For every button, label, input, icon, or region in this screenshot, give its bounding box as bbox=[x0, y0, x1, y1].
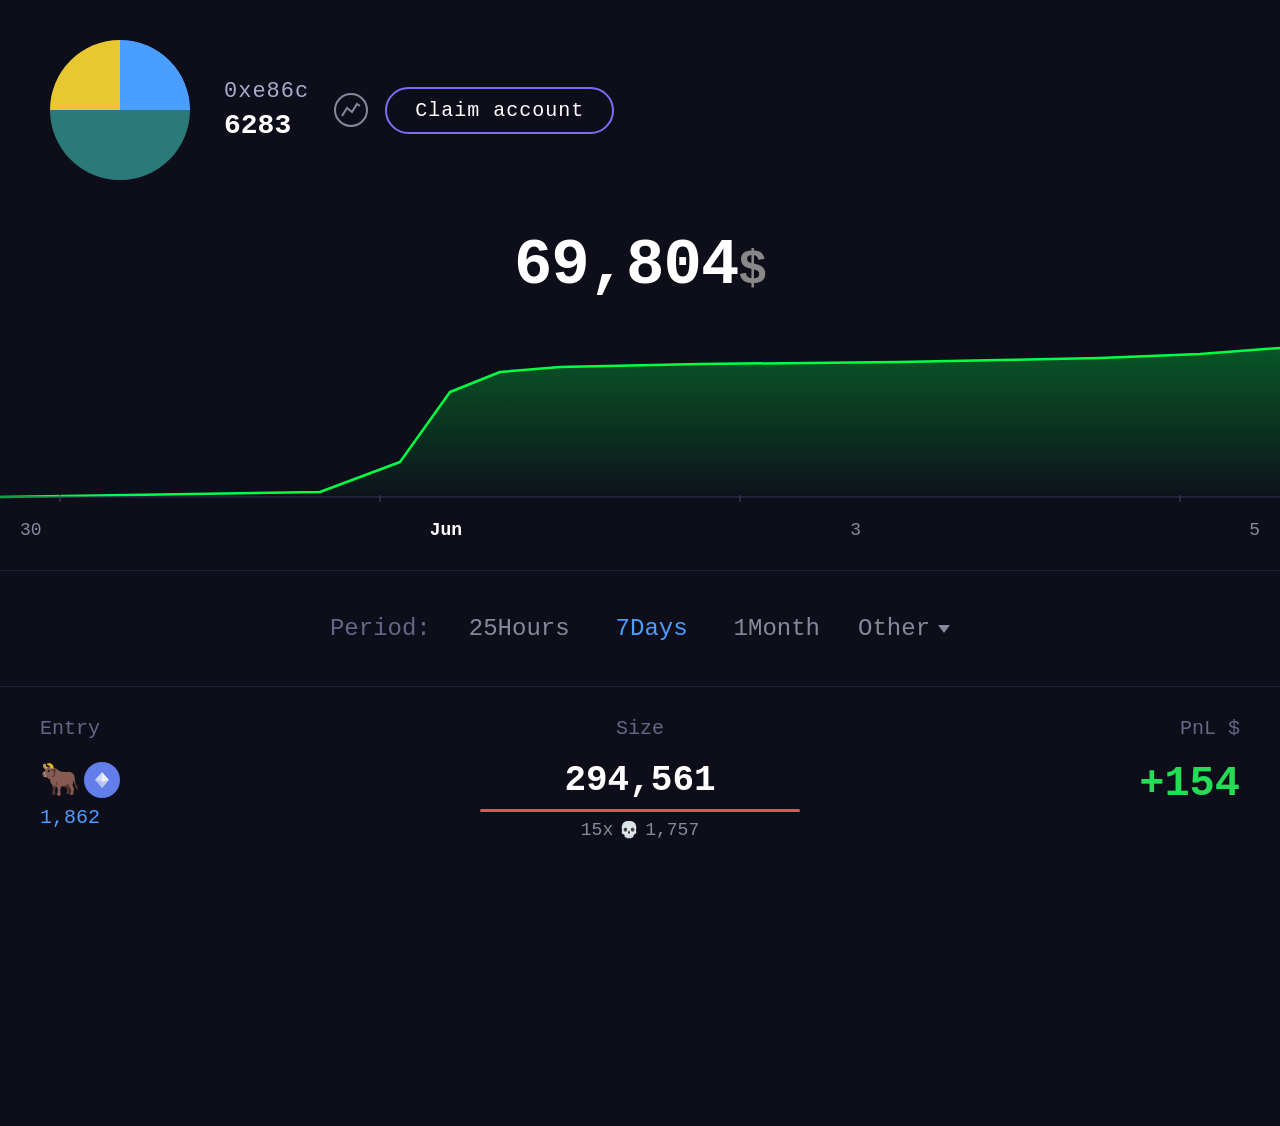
pie-chart bbox=[40, 30, 200, 190]
total-value: 69,804$ bbox=[0, 210, 1280, 312]
claim-account-button[interactable]: Claim account bbox=[385, 87, 614, 134]
positions-header: Entry Size PnL $ bbox=[40, 717, 1240, 740]
account-info: 0xe86c 6283 bbox=[224, 79, 309, 141]
pnl-col: +154 bbox=[1040, 760, 1240, 808]
period-25hours[interactable]: 25Hours bbox=[461, 611, 578, 646]
period-7days[interactable]: 7Days bbox=[608, 611, 696, 646]
period-other[interactable]: Other bbox=[858, 615, 950, 642]
period-other-label: Other bbox=[858, 615, 930, 642]
entry-col: 🐂 1,862 bbox=[40, 760, 240, 829]
eth-icon bbox=[84, 762, 120, 798]
x-axis-labels: 30 Jun 3 5 bbox=[0, 512, 1280, 560]
bull-icon: 🐂 bbox=[40, 760, 80, 800]
skull-icon: 💀 bbox=[619, 820, 639, 840]
period-label: Period: bbox=[330, 615, 431, 642]
x-label-30: 30 bbox=[20, 520, 42, 540]
liquidation-value: 1,757 bbox=[645, 820, 699, 840]
header-actions: Claim account bbox=[333, 87, 614, 134]
pnl-value: +154 bbox=[1139, 760, 1240, 808]
col-size-label: Size bbox=[240, 717, 1040, 740]
col-entry-label: Entry bbox=[40, 717, 240, 740]
position-row: 🐂 1,862 294,561 15x 💀 1,757 bbox=[40, 760, 1240, 840]
header-section: 0xe86c 6283 Claim account bbox=[0, 0, 1280, 210]
leverage: 15x bbox=[581, 820, 613, 840]
size-details: 15x 💀 1,757 bbox=[581, 820, 699, 840]
line-chart bbox=[0, 312, 1280, 512]
positions-section: Entry Size PnL $ 🐂 1,862 294, bbox=[0, 687, 1280, 880]
account-number: 6283 bbox=[224, 110, 309, 141]
entry-value: 1,862 bbox=[40, 806, 240, 829]
chevron-down-icon bbox=[938, 625, 950, 633]
account-address: 0xe86c bbox=[224, 79, 309, 104]
dollar-sign: $ bbox=[738, 243, 766, 297]
entry-icons: 🐂 bbox=[40, 760, 240, 800]
period-1month[interactable]: 1Month bbox=[726, 611, 828, 646]
x-label-jun: Jun bbox=[430, 520, 462, 540]
total-value-number: 69,804 bbox=[514, 230, 738, 302]
size-value: 294,561 bbox=[564, 760, 715, 801]
chart-section: 69,804$ 30 Jun 3 bbox=[0, 210, 1280, 570]
col-pnl-label: PnL $ bbox=[1040, 717, 1240, 740]
chart-icon bbox=[333, 92, 369, 128]
x-label-3: 3 bbox=[850, 520, 861, 540]
size-bar bbox=[480, 809, 800, 812]
size-col: 294,561 15x 💀 1,757 bbox=[240, 760, 1040, 840]
period-section: Period: 25Hours 7Days 1Month Other bbox=[0, 571, 1280, 686]
x-label-5: 5 bbox=[1249, 520, 1260, 540]
